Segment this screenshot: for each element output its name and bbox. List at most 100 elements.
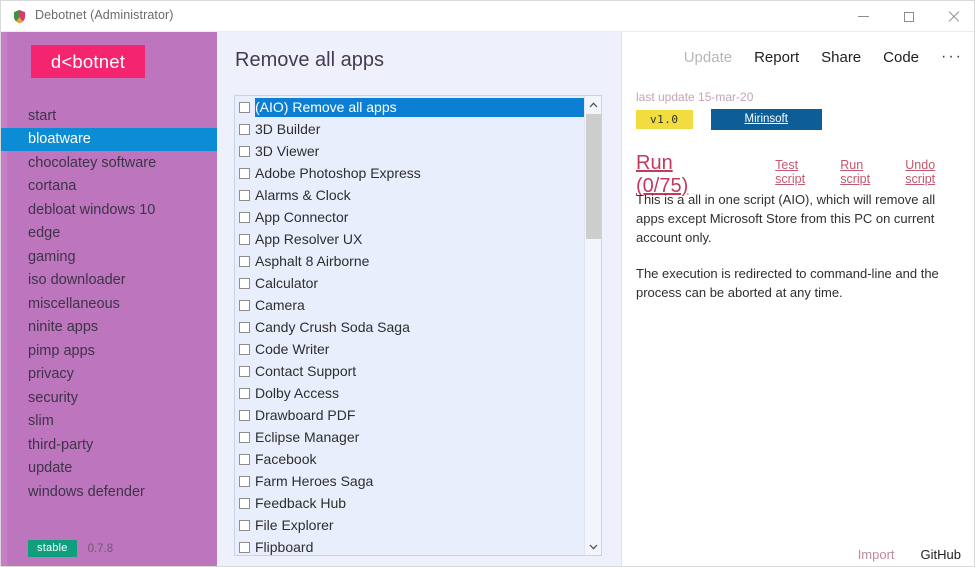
script-version-badge: v1.0 [636,110,693,129]
list-item[interactable]: File Explorer [235,514,585,536]
checkbox[interactable] [239,322,250,333]
menu-item-report[interactable]: Report [754,49,799,66]
menu-item-code[interactable]: Code [883,49,919,66]
checkbox[interactable] [239,190,250,201]
action-run-script[interactable]: Run script [840,158,894,186]
checkbox[interactable] [239,168,250,179]
checkbox[interactable] [239,432,250,443]
checkbox[interactable] [239,256,250,267]
sidebar-item-cortana[interactable]: cortana [1,175,217,199]
sidebar-item-label: edge [28,225,60,241]
app-logo: d<botnet [31,45,145,78]
sidebar-item-windows-defender[interactable]: windows defender [1,480,217,504]
minimize-button[interactable] [841,1,886,32]
checkbox[interactable] [239,278,250,289]
checkbox[interactable] [239,498,250,509]
vendor-badge[interactable]: Mirinsoft [711,109,822,130]
list-item[interactable]: Camera [235,294,585,316]
list-item[interactable]: 3D Builder [235,118,585,140]
list-item-label: Candy Crush Soda Saga [255,318,414,337]
checkbox[interactable] [239,300,250,311]
checkbox[interactable] [239,102,250,113]
list-item[interactable]: Feedback Hub [235,492,585,514]
list-item[interactable]: Flipboard [235,536,585,556]
checkbox[interactable] [239,520,250,531]
last-update-text: last update 15-mar-20 [636,90,753,104]
sidebar-item-miscellaneous[interactable]: miscellaneous [1,292,217,316]
checkbox[interactable] [239,366,250,377]
sidebar: d<botnet startbloatware chocolatey softwa… [1,32,217,567]
sidebar-item-gaming[interactable]: gaming [1,245,217,269]
sidebar-item-label: third-party [28,437,93,453]
list-item[interactable]: Adobe Photoshop Express [235,162,585,184]
sidebar-item-label: pimp apps [28,343,95,359]
checkbox[interactable] [239,476,250,487]
checkbox[interactable] [239,388,250,399]
list-item[interactable]: Candy Crush Soda Saga [235,316,585,338]
sidebar-item-security[interactable]: security [1,386,217,410]
description-paragraph-2: The execution is redirected to command-l… [636,264,964,302]
sidebar-item-chocolatey-software[interactable]: chocolatey software [1,151,217,175]
sidebar-item-label: iso downloader [28,272,126,288]
vendor-link[interactable]: Mirinsoft [745,113,788,125]
sidebar-item-edge[interactable]: edge [1,222,217,246]
debotnet-window: Debotnet (Administrator) d<botnet startb… [0,0,975,567]
close-button[interactable] [931,1,975,32]
list-item[interactable]: Farm Heroes Saga [235,470,585,492]
page-title: Remove all apps [235,49,384,72]
list-item[interactable]: Calculator [235,272,585,294]
chevron-down-icon[interactable] [585,538,601,555]
list-item[interactable]: (AIO) Remove all apps [235,96,585,118]
checkbox[interactable] [239,410,250,421]
sidebar-item-debloat-windows-10[interactable]: debloat windows 10 [1,198,217,222]
scrollbar-thumb[interactable] [586,114,601,239]
sidebar-item-label: miscellaneous [28,296,120,312]
sidebar-item-label: gaming [28,249,76,265]
list-item[interactable]: Code Writer [235,338,585,360]
sidebar-item-label: ninite apps [28,319,98,335]
checkbox[interactable] [239,146,250,157]
import-link[interactable]: Import [858,547,895,562]
sidebar-item-privacy[interactable]: privacy [1,363,217,387]
checkbox[interactable] [239,124,250,135]
list-item[interactable]: 3D Viewer [235,140,585,162]
list-item[interactable]: App Resolver UX [235,228,585,250]
list-item[interactable]: Dolby Access [235,382,585,404]
maximize-button[interactable] [886,1,931,32]
sidebar-item-bloatware[interactable]: bloatware [1,128,217,152]
checkbox[interactable] [239,454,250,465]
sidebar-item-pimp-apps[interactable]: pimp apps [1,339,217,363]
list-item[interactable]: App Connector [235,206,585,228]
action-undo-script[interactable]: Undo script [905,158,966,186]
checkbox[interactable] [239,344,250,355]
sidebar-item-ninite-apps[interactable]: ninite apps [1,316,217,340]
checkbox[interactable] [239,234,250,245]
list-scrollbar[interactable] [584,96,601,555]
window-title: Debotnet (Administrator) [35,8,174,22]
chevron-up-icon[interactable] [585,96,601,113]
sidebar-nav: startbloatware chocolatey software cortana… [1,104,217,504]
sidebar-item-iso-downloader[interactable]: iso downloader [1,269,217,293]
menu-item-update: Update [684,49,732,66]
list-item[interactable]: Facebook [235,448,585,470]
list-item-label: 3D Builder [255,120,324,139]
list-item[interactable]: Eclipse Manager [235,426,585,448]
list-item[interactable]: Asphalt 8 Airborne [235,250,585,272]
checkbox[interactable] [239,542,250,553]
sidebar-item-start[interactable]: start [1,104,217,128]
list-item[interactable]: Alarms & Clock [235,184,585,206]
list-item-label: Dolby Access [255,384,343,403]
close-icon [948,11,960,23]
sidebar-item-slim[interactable]: slim [1,410,217,434]
github-link[interactable]: GitHub [921,547,961,562]
menu-item-share[interactable]: Share [821,49,861,66]
overflow-menu-icon[interactable]: ··· [941,48,963,66]
action-test-script[interactable]: Test script [775,158,829,186]
sidebar-item-third-party[interactable]: third-party [1,433,217,457]
sidebar-item-update[interactable]: update [1,457,217,481]
list-item[interactable]: Contact Support [235,360,585,382]
checkbox[interactable] [239,212,250,223]
title-bar: Debotnet (Administrator) [1,1,975,32]
sidebar-item-label: chocolatey software [28,155,156,171]
list-item[interactable]: Drawboard PDF [235,404,585,426]
